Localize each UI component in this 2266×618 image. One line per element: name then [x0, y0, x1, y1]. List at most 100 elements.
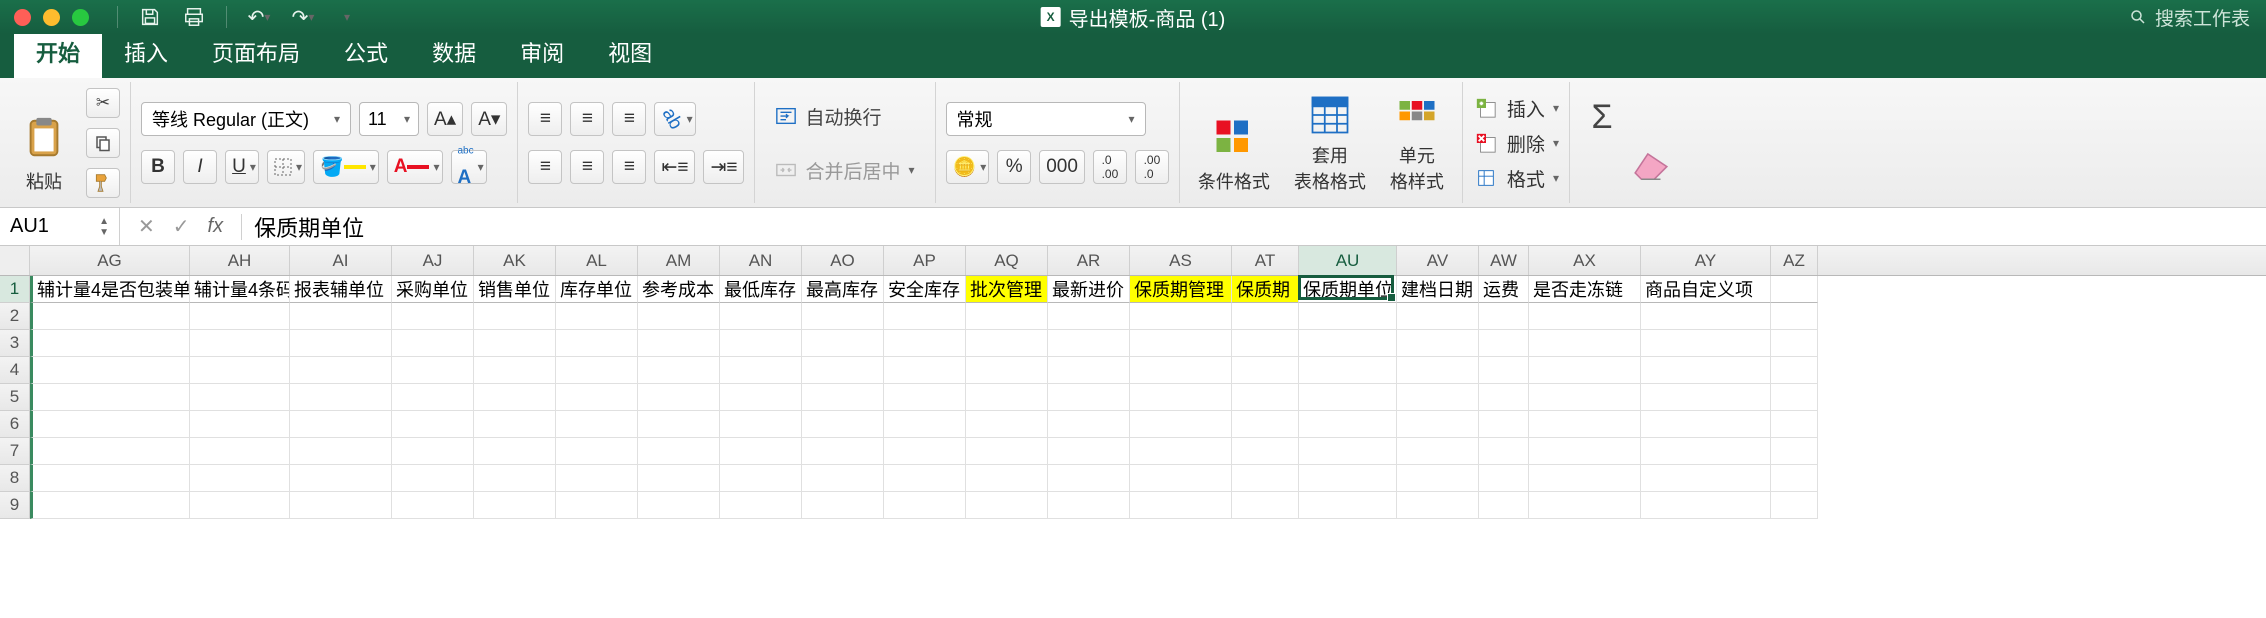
cell-AL6[interactable] [556, 411, 638, 438]
cell-AT4[interactable] [1232, 357, 1299, 384]
cell-AP5[interactable] [884, 384, 966, 411]
cell-AQ3[interactable] [966, 330, 1048, 357]
cell-AH9[interactable] [190, 492, 290, 519]
cell-AY3[interactable] [1641, 330, 1771, 357]
cell-AG8[interactable] [30, 465, 190, 492]
cell-AS2[interactable] [1130, 303, 1232, 330]
cell-AI8[interactable] [290, 465, 392, 492]
copy-button[interactable] [86, 128, 120, 158]
cell-AM2[interactable] [638, 303, 720, 330]
search-sheet[interactable]: 搜索工作表 [2129, 4, 2250, 31]
column-header-AJ[interactable]: AJ [392, 246, 474, 275]
cell-AS7[interactable] [1130, 438, 1232, 465]
cell-AW9[interactable] [1479, 492, 1529, 519]
decrease-indent-button[interactable]: ⇤≡ [654, 150, 695, 184]
delete-cells-button[interactable]: 删除 ▾ [1473, 130, 1559, 157]
cell-AS5[interactable] [1130, 384, 1232, 411]
cell-AH7[interactable] [190, 438, 290, 465]
align-center-button[interactable]: ≡ [570, 150, 604, 184]
row-header-7[interactable]: 7 [0, 438, 30, 465]
cell-AZ9[interactable] [1771, 492, 1818, 519]
column-header-AI[interactable]: AI [290, 246, 392, 275]
cell-AU4[interactable] [1299, 357, 1397, 384]
cancel-formula-button[interactable]: ✕ [138, 214, 155, 239]
cell-AP6[interactable] [884, 411, 966, 438]
cell-AT9[interactable] [1232, 492, 1299, 519]
cell-AN6[interactable] [720, 411, 802, 438]
cell-AR4[interactable] [1048, 357, 1130, 384]
cell-AI4[interactable] [290, 357, 392, 384]
cell-AG5[interactable] [30, 384, 190, 411]
cell-AT7[interactable] [1232, 438, 1299, 465]
cell-AL7[interactable] [556, 438, 638, 465]
cell-AP3[interactable] [884, 330, 966, 357]
cell-AQ1[interactable]: 批次管理 [966, 276, 1048, 303]
cut-button[interactable]: ✂ [86, 88, 120, 118]
cell-AO3[interactable] [802, 330, 884, 357]
cell-AV9[interactable] [1397, 492, 1479, 519]
cell-AL2[interactable] [556, 303, 638, 330]
cell-AS9[interactable] [1130, 492, 1232, 519]
cell-AI2[interactable] [290, 303, 392, 330]
row-header-1[interactable]: 1 [0, 276, 30, 303]
insert-cells-button[interactable]: 插入 ▾ [1473, 95, 1559, 122]
cell-AN3[interactable] [720, 330, 802, 357]
percent-button[interactable]: % [997, 150, 1031, 184]
cell-AP8[interactable] [884, 465, 966, 492]
cell-AK8[interactable] [474, 465, 556, 492]
cell-AN4[interactable] [720, 357, 802, 384]
cell-AI1[interactable]: 报表辅单位 [290, 276, 392, 303]
column-header-AG[interactable]: AG [30, 246, 190, 275]
cell-AH2[interactable] [190, 303, 290, 330]
column-header-AZ[interactable]: AZ [1771, 246, 1818, 275]
cell-AO4[interactable] [802, 357, 884, 384]
save-icon[interactable] [138, 5, 162, 29]
cell-AU9[interactable] [1299, 492, 1397, 519]
cell-AN8[interactable] [720, 465, 802, 492]
cell-AG9[interactable] [30, 492, 190, 519]
cell-AY7[interactable] [1641, 438, 1771, 465]
row-header-9[interactable]: 9 [0, 492, 30, 519]
cell-AJ2[interactable] [392, 303, 474, 330]
cell-AW8[interactable] [1479, 465, 1529, 492]
minimize-window-icon[interactable] [43, 9, 60, 26]
cell-AN5[interactable] [720, 384, 802, 411]
cell-AX3[interactable] [1529, 330, 1641, 357]
cell-AW3[interactable] [1479, 330, 1529, 357]
row-header-4[interactable]: 4 [0, 357, 30, 384]
italic-button[interactable]: I [183, 150, 217, 184]
customize-qat-icon[interactable]: ▾ [335, 5, 359, 29]
row-header-8[interactable]: 8 [0, 465, 30, 492]
cell-AU8[interactable] [1299, 465, 1397, 492]
undo-icon[interactable]: ↶ ▾ [247, 5, 271, 29]
cell-AR5[interactable] [1048, 384, 1130, 411]
borders-button[interactable]: ▾ [267, 150, 305, 184]
column-header-AU[interactable]: AU [1299, 246, 1397, 275]
cell-AM3[interactable] [638, 330, 720, 357]
column-header-AR[interactable]: AR [1048, 246, 1130, 275]
cell-AJ6[interactable] [392, 411, 474, 438]
cell-AG1[interactable]: 辅计量4是否包装单位 [30, 276, 190, 303]
cell-AX7[interactable] [1529, 438, 1641, 465]
format-cells-button[interactable]: 格式 ▾ [1473, 165, 1559, 192]
cell-AK7[interactable] [474, 438, 556, 465]
cell-AU1[interactable]: 保质期单位 [1299, 276, 1397, 303]
cell-AM4[interactable] [638, 357, 720, 384]
cell-AT3[interactable] [1232, 330, 1299, 357]
column-header-AT[interactable]: AT [1232, 246, 1299, 275]
cell-AG6[interactable] [30, 411, 190, 438]
cell-AL1[interactable]: 库存单位 [556, 276, 638, 303]
cell-AM5[interactable] [638, 384, 720, 411]
cell-AL4[interactable] [556, 357, 638, 384]
font-name-select[interactable]: 等线 Regular (正文) ▾ [141, 102, 351, 136]
cell-AK4[interactable] [474, 357, 556, 384]
cell-AK6[interactable] [474, 411, 556, 438]
cell-AQ5[interactable] [966, 384, 1048, 411]
column-header-AN[interactable]: AN [720, 246, 802, 275]
font-size-select[interactable]: 11 ▾ [359, 102, 419, 136]
paste-button[interactable]: 粘贴 [10, 88, 78, 198]
cell-AN9[interactable] [720, 492, 802, 519]
cell-AP9[interactable] [884, 492, 966, 519]
print-icon[interactable] [182, 5, 206, 29]
cell-AM6[interactable] [638, 411, 720, 438]
